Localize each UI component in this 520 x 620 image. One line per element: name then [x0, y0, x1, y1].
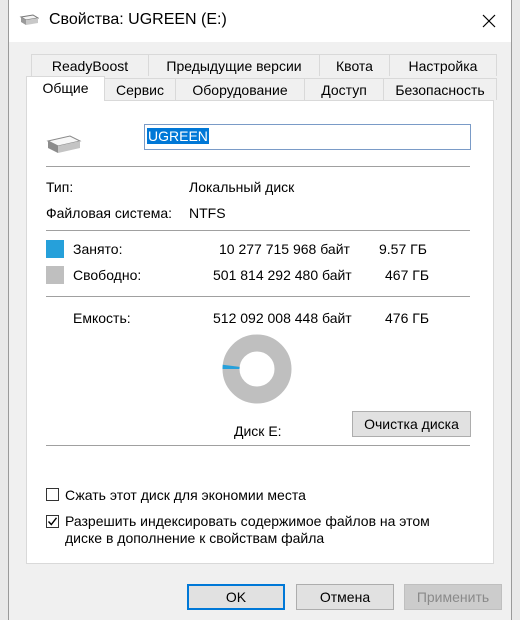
separator — [46, 166, 470, 167]
separator — [46, 296, 470, 297]
filesystem-label: Файловая система: — [46, 205, 173, 221]
drive-large-icon — [46, 135, 82, 153]
capacity-bytes: 512 092 008 448 байт — [213, 310, 352, 326]
apply-button[interactable]: Применить — [404, 584, 502, 610]
type-value: Локальный диск — [189, 179, 295, 195]
used-size: 9.57 ГБ — [379, 241, 427, 257]
free-label: Свободно: — [73, 267, 142, 283]
type-label: Тип: — [46, 179, 74, 195]
capacity-label: Емкость: — [73, 310, 131, 326]
general-tab-panel: UGREEN Тип: Локальный диск Файловая сист… — [26, 100, 494, 564]
cancel-button[interactable]: Отмена — [296, 584, 394, 610]
used-space-swatch — [46, 240, 64, 258]
tab-quota[interactable]: Квота — [319, 54, 390, 76]
used-bytes: 10 277 715 968 байт — [219, 241, 350, 257]
disk-label: Диск E: — [234, 423, 282, 439]
ok-button[interactable]: OK — [187, 584, 285, 610]
drive-icon — [19, 14, 39, 25]
free-bytes: 501 814 292 480 байт — [213, 267, 352, 283]
tab-customize[interactable]: Настройка — [389, 54, 497, 76]
tab-sharing[interactable]: Доступ — [304, 78, 384, 100]
tab-security[interactable]: Безопасность — [383, 78, 497, 100]
index-label-line1: Разрешить индексировать содержимое файло… — [65, 513, 430, 529]
capacity-size: 476 ГБ — [385, 310, 430, 326]
free-space-swatch — [46, 266, 64, 284]
title-bar[interactable]: Свойства: UGREEN (E:) — [9, 0, 511, 42]
tab-general[interactable]: Общие — [26, 76, 105, 101]
drive-name-input[interactable]: UGREEN — [144, 124, 471, 150]
used-label: Занято: — [73, 241, 123, 257]
free-size: 467 ГБ — [385, 267, 430, 283]
tab-readyboost[interactable]: ReadyBoost — [31, 54, 149, 76]
properties-dialog: Свойства: UGREEN (E:) ReadyBoost Предыду… — [8, 0, 512, 620]
close-icon — [482, 14, 496, 28]
tab-hardware[interactable]: Оборудование — [175, 78, 305, 100]
tab-tools[interactable]: Сервис — [104, 78, 176, 100]
close-button[interactable] — [467, 0, 511, 42]
drive-name-text: UGREEN — [147, 128, 209, 144]
index-checkbox[interactable] — [46, 515, 59, 528]
disk-usage-donut — [222, 334, 292, 404]
separator — [46, 445, 470, 446]
compress-checkbox[interactable] — [46, 488, 59, 501]
separator — [46, 230, 470, 231]
filesystem-value: NTFS — [189, 205, 226, 221]
checkmark-icon — [47, 517, 58, 526]
compress-label: Сжать этот диск для экономии места — [65, 487, 306, 503]
index-label-line2: диске в дополнение к свойствам файла — [65, 530, 325, 546]
background-left-strip — [0, 0, 8, 620]
disk-cleanup-button[interactable]: Очистка диска — [352, 411, 471, 437]
background-right-strip — [512, 0, 520, 620]
tab-previous-versions[interactable]: Предыдущие версии — [148, 54, 320, 76]
window-title: Свойства: UGREEN (E:) — [49, 11, 227, 28]
